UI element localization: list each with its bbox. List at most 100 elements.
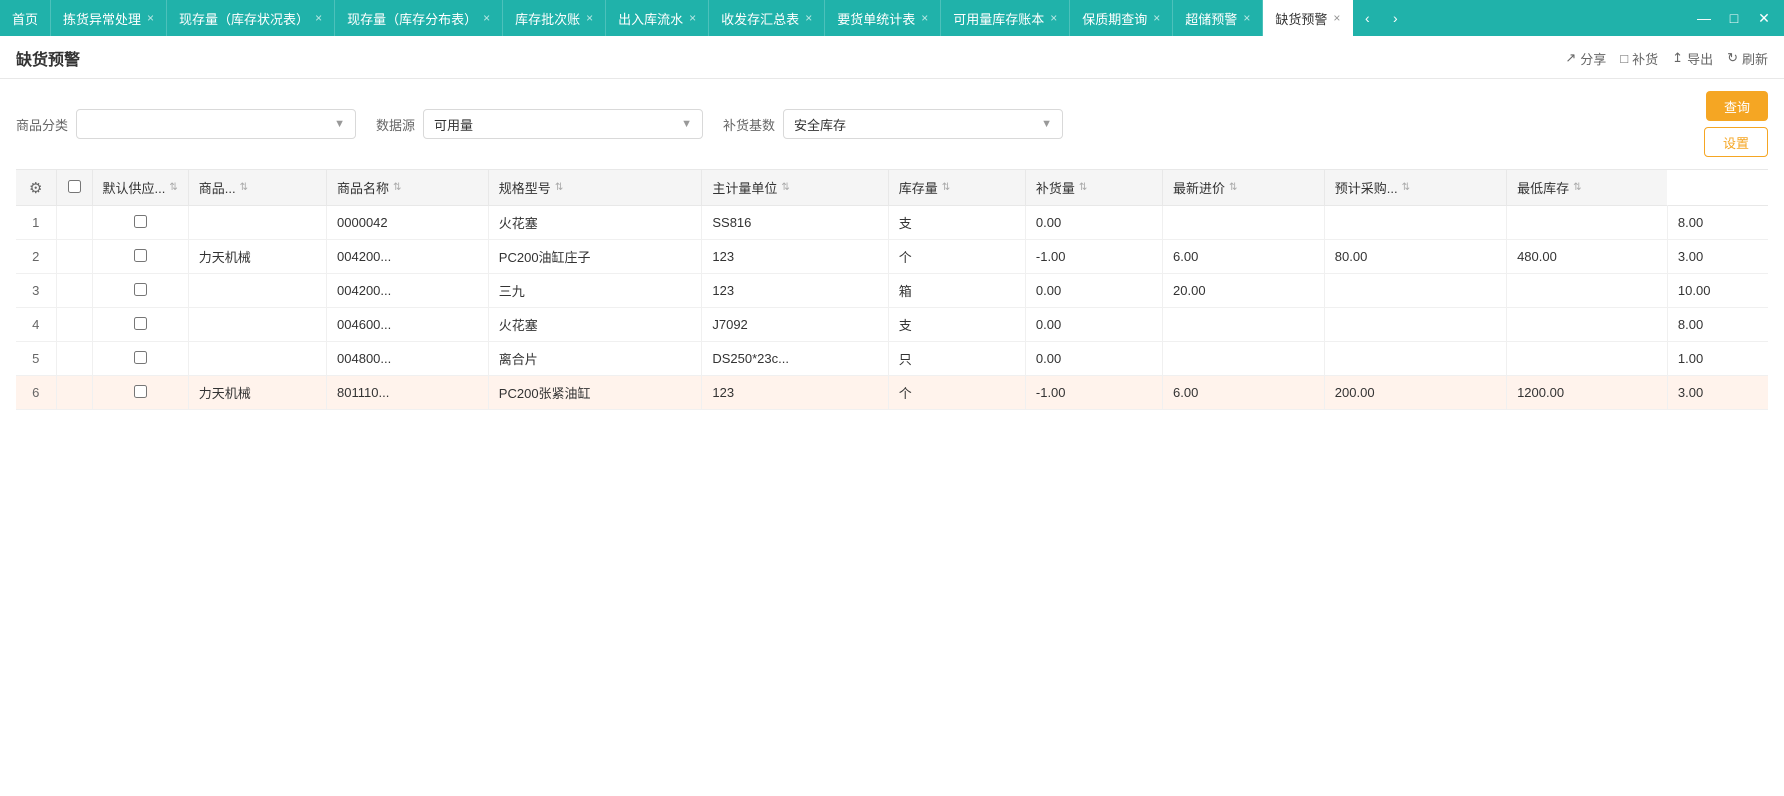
- replenish-basis-label: 补货基数: [723, 115, 775, 134]
- row-supplier: 力天机械: [188, 376, 326, 410]
- col-unit[interactable]: 主计量单位 ⇅: [702, 170, 888, 206]
- row-checkbox-cell: [92, 342, 188, 376]
- col-product-code[interactable]: 商品... ⇅: [188, 170, 326, 206]
- table-row: 5 004800... 离合片 DS250*23c... 只 0.00 1.00: [16, 342, 1768, 376]
- col-est-purchase[interactable]: 预计采购... ⇅: [1324, 170, 1506, 206]
- row-checkbox[interactable]: [134, 351, 147, 364]
- row-latest-price: [1324, 274, 1506, 308]
- tab-close-icon[interactable]: ×: [1153, 12, 1160, 24]
- refresh-button[interactable]: ↻ 刷新: [1727, 49, 1768, 68]
- tab-expiry-query[interactable]: 保质期查询 ×: [1070, 0, 1173, 36]
- tab-demand-stat[interactable]: 要货单统计表 ×: [825, 0, 941, 36]
- row-min-stock: 1.00: [1667, 342, 1768, 376]
- replenish-basis-select[interactable]: 安全库存 ▼: [783, 109, 1063, 139]
- row-est-purchase: [1507, 206, 1668, 240]
- row-unit: 个: [888, 240, 1025, 274]
- col-default-supplier[interactable]: 默认供应... ⇅: [92, 170, 188, 206]
- row-est-purchase: 480.00: [1507, 240, 1668, 274]
- row-supplier: [188, 308, 326, 342]
- tab-close-icon[interactable]: ×: [1333, 12, 1340, 24]
- table-row: 6 力天机械 801110... PC200张紧油缸 123 个 -1.00 6…: [16, 376, 1768, 410]
- tab-close-icon[interactable]: ×: [483, 12, 490, 24]
- tab-close-icon[interactable]: ×: [805, 12, 812, 24]
- tab-close-icon[interactable]: ×: [689, 12, 696, 24]
- datasource-select[interactable]: 可用量 ▼: [423, 109, 703, 139]
- replenish-basis-filter-group: 补货基数 安全库存 ▼: [723, 109, 1063, 139]
- row-stock: -1.00: [1025, 376, 1162, 410]
- row-product-name: 火花塞: [488, 308, 702, 342]
- settings-icon[interactable]: ⚙: [29, 180, 42, 197]
- share-button[interactable]: ↗ 分享: [1565, 49, 1606, 68]
- row-checkbox[interactable]: [134, 215, 147, 228]
- row-checkbox[interactable]: [134, 317, 147, 330]
- row-checkbox-cell: [92, 274, 188, 308]
- row-settings-cell: [56, 206, 92, 240]
- col-replenish-qty[interactable]: 补货量 ⇅: [1025, 170, 1162, 206]
- row-checkbox[interactable]: [134, 283, 147, 296]
- row-product-code: 0000042: [327, 206, 489, 240]
- row-checkbox[interactable]: [134, 249, 147, 262]
- tab-overstock[interactable]: 超储预警 ×: [1173, 0, 1263, 36]
- tab-prev-button[interactable]: ‹: [1353, 0, 1381, 36]
- sort-icon: ⇅: [1402, 182, 1410, 193]
- window-close-button[interactable]: ✕: [1750, 4, 1778, 32]
- row-settings-cell: [56, 376, 92, 410]
- export-icon: ↥: [1672, 50, 1683, 66]
- row-est-purchase: 1200.00: [1507, 376, 1668, 410]
- tab-home[interactable]: 首页: [0, 0, 51, 36]
- row-index: 4: [16, 308, 56, 342]
- row-checkbox-cell: [92, 206, 188, 240]
- tab-bar: 首页 拣货异常处理 × 现存量（库存状况表） × 现存量（库存分布表） × 库存…: [0, 0, 1784, 36]
- tab-shortage[interactable]: 缺货预警 ×: [1263, 0, 1353, 36]
- window-minimize-button[interactable]: —: [1690, 4, 1718, 32]
- sort-icon: ⇅: [169, 182, 177, 193]
- col-latest-price[interactable]: 最新进价 ⇅: [1163, 170, 1325, 206]
- tab-inventory-dist[interactable]: 现存量（库存分布表） ×: [335, 0, 503, 36]
- row-checkbox[interactable]: [134, 385, 147, 398]
- tab-close-icon[interactable]: ×: [1243, 12, 1250, 24]
- settings-button[interactable]: 设置: [1704, 127, 1768, 157]
- chevron-down-icon: ▼: [1041, 118, 1052, 130]
- tab-label: 现存量（库存分布表）: [347, 9, 477, 28]
- sort-icon: ⇅: [1079, 182, 1087, 193]
- tab-close-icon[interactable]: ×: [147, 12, 154, 24]
- query-button[interactable]: 查询: [1706, 91, 1768, 121]
- tab-avail-ledger[interactable]: 可用量库存账本 ×: [941, 0, 1070, 36]
- col-min-stock[interactable]: 最低库存 ⇅: [1507, 170, 1668, 206]
- tab-inventory-status[interactable]: 现存量（库存状况表） ×: [167, 0, 335, 36]
- category-select[interactable]: ▼: [76, 109, 356, 139]
- datasource-select-value: 可用量: [434, 115, 681, 134]
- tab-close-icon[interactable]: ×: [315, 12, 322, 24]
- row-min-stock: 8.00: [1667, 206, 1768, 240]
- tab-label: 库存批次账: [515, 9, 580, 28]
- select-all-checkbox[interactable]: [68, 180, 81, 193]
- row-supplier: 力天机械: [188, 240, 326, 274]
- shortage-table: ⚙ 默认供应... ⇅ 商品... ⇅: [16, 169, 1768, 410]
- sort-icon: ⇅: [781, 182, 789, 193]
- table-row: 2 力天机械 004200... PC200油缸庄子 123 个 -1.00 6…: [16, 240, 1768, 274]
- replenish-button[interactable]: □ 补货: [1620, 49, 1658, 68]
- col-settings[interactable]: ⚙: [16, 170, 56, 206]
- row-index: 3: [16, 274, 56, 308]
- page-title: 缺货预警: [16, 46, 80, 70]
- tab-close-icon[interactable]: ×: [586, 12, 593, 24]
- row-stock: 0.00: [1025, 308, 1162, 342]
- tab-abnormal[interactable]: 拣货异常处理 ×: [51, 0, 167, 36]
- col-spec[interactable]: 规格型号 ⇅: [488, 170, 702, 206]
- row-stock: -1.00: [1025, 240, 1162, 274]
- tab-close-icon[interactable]: ×: [921, 12, 928, 24]
- tab-close-icon[interactable]: ×: [1050, 12, 1057, 24]
- export-button[interactable]: ↥ 导出: [1672, 49, 1713, 68]
- tab-receive-summary[interactable]: 收发存汇总表 ×: [709, 0, 825, 36]
- table-row: 3 004200... 三九 123 箱 0.00 20.00 10.00: [16, 274, 1768, 308]
- tab-next-button[interactable]: ›: [1381, 0, 1409, 36]
- col-product-name[interactable]: 商品名称 ⇅: [327, 170, 489, 206]
- col-stock[interactable]: 库存量 ⇅: [888, 170, 1025, 206]
- chevron-down-icon: ▼: [334, 118, 345, 130]
- tab-batch-ledger[interactable]: 库存批次账 ×: [503, 0, 606, 36]
- window-maximize-button[interactable]: □: [1720, 4, 1748, 32]
- refresh-label: 刷新: [1742, 49, 1768, 68]
- datasource-label: 数据源: [376, 115, 415, 134]
- tab-inout-flow[interactable]: 出入库流水 ×: [606, 0, 709, 36]
- row-unit: 个: [888, 376, 1025, 410]
